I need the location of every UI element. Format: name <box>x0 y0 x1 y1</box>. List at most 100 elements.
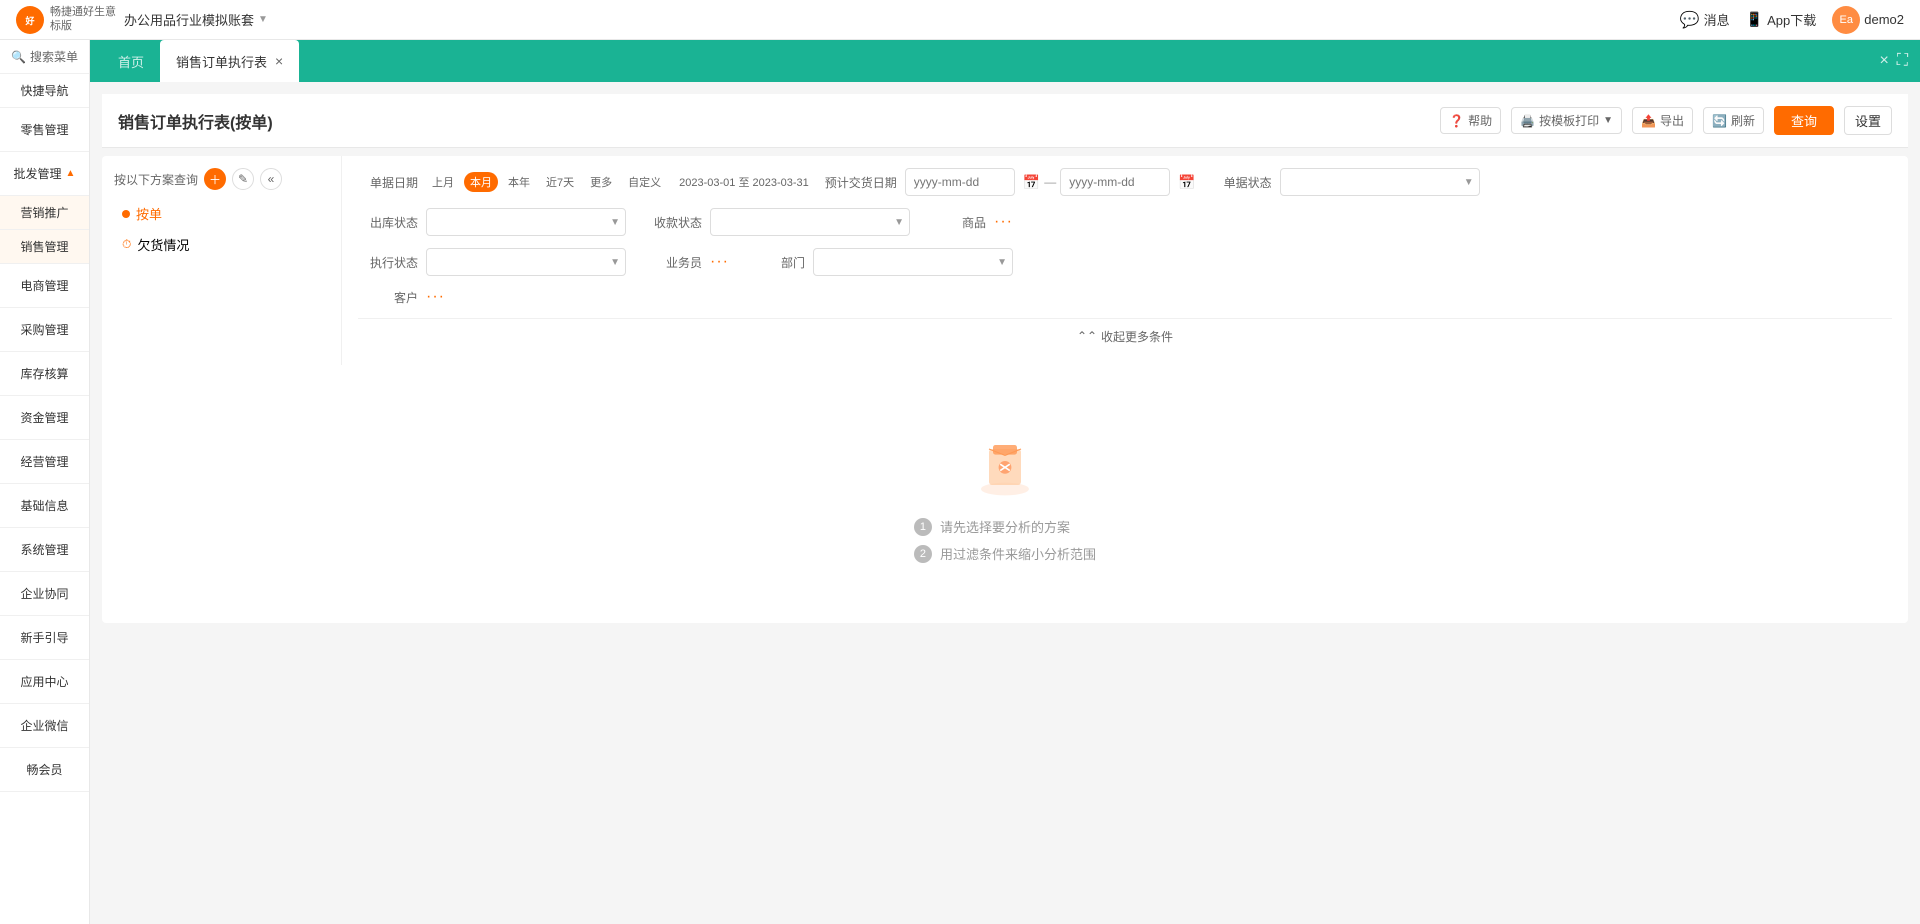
period-custom[interactable]: 自定义 <box>622 172 667 192</box>
page-content: 销售订单执行表(按单) ❓ 帮助 🖨️ 按模板打印 ▼ 📤 导出 <box>90 82 1920 924</box>
outbound-label: 出库状态 <box>358 214 418 231</box>
filter-row-1: 单据日期 上月 本月 本年 近7天 更多 自定义 2023-03-01 至 20… <box>358 168 1892 196</box>
guide-label: 新手引导 <box>20 629 68 646</box>
tab-home[interactable]: 首页 <box>102 40 160 82</box>
help-btn[interactable]: ❓ 帮助 <box>1440 107 1501 134</box>
scheme-item-label-1: 欠货情况 <box>137 235 189 254</box>
filter-main-wrapper: 按以下方案查询 ＋ ✎ « 按单 ⏱ <box>102 156 1908 623</box>
print-btn[interactable]: 🖨️ 按模板打印 ▼ <box>1511 107 1622 134</box>
bill-status-select[interactable] <box>1280 168 1480 196</box>
scheme-nav-item-1[interactable]: ⏱ 欠货情况 <box>114 229 329 260</box>
win-close-btn[interactable]: × <box>1879 52 1888 70</box>
collapse-btn[interactable]: ⌃⌃ 收起更多条件 <box>1077 328 1173 345</box>
period-btns: 上月 本月 本年 近7天 更多 自定义 <box>426 172 667 192</box>
wholesale-label: 批发管理 <box>14 165 62 182</box>
tip-text-2: 用过滤条件来缩小分析范围 <box>940 544 1096 563</box>
header-left: 好 畅捷通好生意 标版 办公用品行业模拟账套 ▼ <box>16 6 268 34</box>
sidebar-item-member[interactable]: 畅会员 <box>0 748 89 792</box>
header-right: 💬 消息 📱 App下载 Ea demo2 <box>1680 6 1904 34</box>
product-dots-btn[interactable]: ··· <box>994 213 1013 231</box>
bill-date-label: 单据日期 <box>358 174 418 191</box>
company-select[interactable]: 办公用品行业模拟账套 ▼ <box>124 10 268 29</box>
date-range-display: 2023-03-01 至 2023-03-31 <box>679 174 809 190</box>
calendar-end-icon[interactable]: 📅 <box>1178 174 1195 191</box>
filter-row-3: 执行状态 ▼ 业务员 ··· <box>358 248 1892 276</box>
collapse-row: ⌃⌃ 收起更多条件 <box>358 318 1892 353</box>
tab-win-actions: × ⛶ <box>1879 52 1908 70</box>
scheme-nav-item-0[interactable]: 按单 <box>114 198 329 229</box>
exec-status-select[interactable] <box>426 248 626 276</box>
sidebar-item-sales[interactable]: 销售管理 <box>0 230 89 264</box>
forecast-end-input[interactable] <box>1060 168 1170 196</box>
product-label: 商品 <box>926 214 986 231</box>
forecast-date-range: 📅 — 📅 <box>905 168 1196 196</box>
user-area[interactable]: Ea demo2 <box>1832 6 1904 34</box>
filter-scheme-title: 按以下方案查询 ＋ ✎ « <box>114 168 329 190</box>
field-receipt-status: 收款状态 ▼ <box>642 208 910 236</box>
period-cur-month[interactable]: 本月 <box>464 172 498 192</box>
help-label: 帮助 <box>1468 112 1492 129</box>
forecast-start-input[interactable] <box>905 168 1015 196</box>
receipt-select-wrapper: ▼ <box>710 208 910 236</box>
sidebar-item-wholesale[interactable]: 批发管理 ▲ <box>0 152 89 196</box>
tab-active-label: 销售订单执行表 <box>176 52 267 71</box>
customer-dots-btn[interactable]: ··· <box>426 288 445 306</box>
sidebar-item-system[interactable]: 系统管理 <box>0 528 89 572</box>
sidebar-item-wechat[interactable]: 企业微信 <box>0 704 89 748</box>
sidebar-item-enterprise[interactable]: 企业协同 <box>0 572 89 616</box>
outbound-status-select[interactable] <box>426 208 626 236</box>
setting-btn[interactable]: 设置 <box>1844 106 1892 135</box>
sidebar-item-fast-nav[interactable]: 快捷导航 <box>0 74 89 108</box>
dept-select[interactable] <box>813 248 1013 276</box>
sidebar-item-search[interactable]: 🔍 搜索菜单 <box>0 40 89 74</box>
print-icon: 🖨️ <box>1520 114 1535 128</box>
logo-icon: 好 <box>16 6 44 34</box>
period-7days[interactable]: 近7天 <box>540 172 580 192</box>
field-customer: 客户 ··· <box>358 288 445 306</box>
receipt-status-select[interactable] <box>710 208 910 236</box>
salesperson-dots-btn[interactable]: ··· <box>710 253 729 271</box>
expand-icon: ▲ <box>66 168 76 179</box>
win-expand-btn[interactable]: ⛶ <box>1897 52 1908 70</box>
period-more[interactable]: 更多 <box>584 172 618 192</box>
export-icon: 📤 <box>1641 114 1656 128</box>
customer-label: 客户 <box>358 289 418 306</box>
period-prev-month[interactable]: 上月 <box>426 172 460 192</box>
print-chevron-icon: ▼ <box>1603 115 1613 126</box>
forecast-date-label: 预计交货日期 <box>825 174 897 191</box>
empty-tip-1: 1 请先选择要分析的方案 <box>914 517 1096 536</box>
sidebar-item-ecommerce[interactable]: 电商管理 <box>0 264 89 308</box>
app-center-label: 应用中心 <box>20 673 68 690</box>
top-header: 好 畅捷通好生意 标版 办公用品行业模拟账套 ▼ 💬 消息 📱 App下载 Ea… <box>0 0 1920 40</box>
sidebar-item-finance[interactable]: 资金管理 <box>0 396 89 440</box>
field-product: 商品 ··· <box>926 213 1013 231</box>
refresh-btn[interactable]: 🔄 刷新 <box>1703 107 1764 134</box>
fast-nav-label: 快捷导航 <box>20 84 68 98</box>
sidebar-item-purchase[interactable]: 采购管理 <box>0 308 89 352</box>
sidebar-item-basic[interactable]: 基础信息 <box>0 484 89 528</box>
app-download-action[interactable]: 📱 App下载 <box>1746 10 1817 29</box>
sidebar-item-marketing[interactable]: 营销推广 <box>0 196 89 230</box>
add-scheme-btn[interactable]: ＋ <box>204 168 226 190</box>
message-action[interactable]: 💬 消息 <box>1680 10 1730 30</box>
salesperson-label: 业务员 <box>642 254 702 271</box>
sidebar-item-operation[interactable]: 经营管理 <box>0 440 89 484</box>
export-btn[interactable]: 📤 导出 <box>1632 107 1693 134</box>
sidebar-item-inventory[interactable]: 库存核算 <box>0 352 89 396</box>
refresh-icon: 🔄 <box>1712 114 1727 128</box>
tab-home-label: 首页 <box>118 52 144 71</box>
tab-close-icon[interactable]: × <box>275 53 283 69</box>
company-name: 办公用品行业模拟账套 <box>124 10 254 29</box>
sidebar-item-retail[interactable]: 零售管理 <box>0 108 89 152</box>
period-cur-year[interactable]: 本年 <box>502 172 536 192</box>
page-title: 销售订单执行表(按单) <box>118 109 273 133</box>
bill-status-label: 单据状态 <box>1212 174 1272 191</box>
calendar-start-icon[interactable]: 📅 <box>1023 174 1040 191</box>
sidebar-item-guide[interactable]: 新手引导 <box>0 616 89 660</box>
tab-sales-exec[interactable]: 销售订单执行表 × <box>160 40 299 82</box>
query-btn[interactable]: 查询 <box>1774 106 1834 135</box>
collapse-scheme-btn[interactable]: « <box>260 168 282 190</box>
sidebar-item-app-center[interactable]: 应用中心 <box>0 660 89 704</box>
edit-scheme-btn[interactable]: ✎ <box>232 168 254 190</box>
help-icon: ❓ <box>1449 114 1464 128</box>
